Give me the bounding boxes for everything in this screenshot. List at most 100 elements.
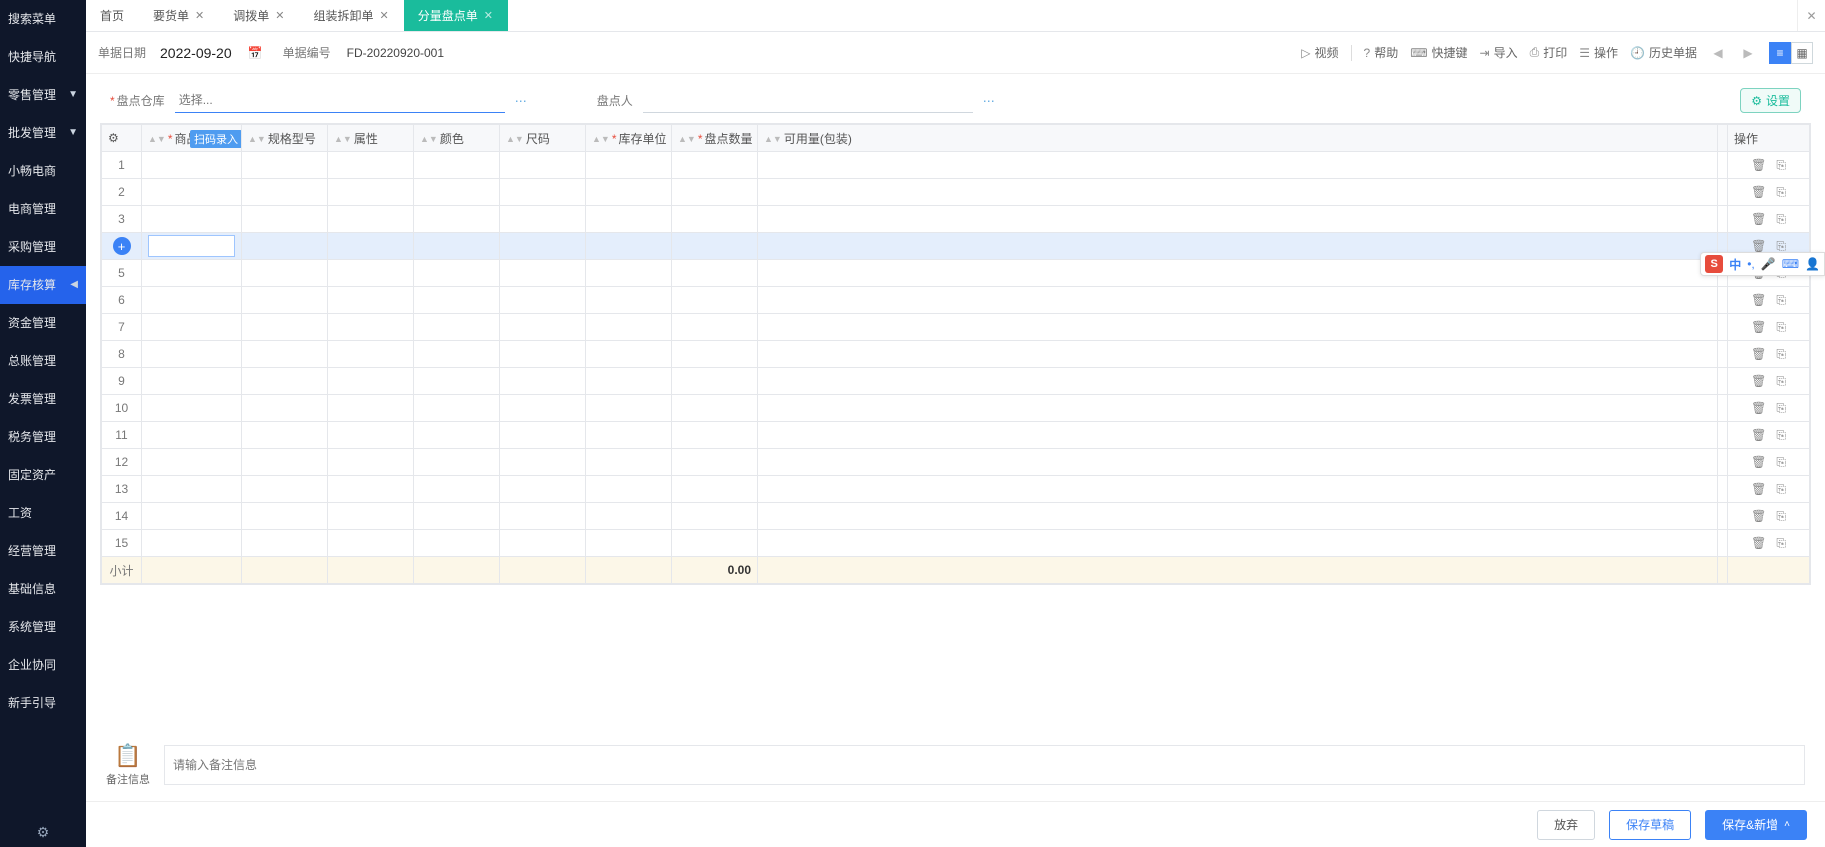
- save-new-button[interactable]: 保存&新增˄: [1705, 810, 1807, 840]
- sidebar-item-9[interactable]: 总账管理: [0, 342, 86, 380]
- delete-row-icon[interactable]: 🗑: [1751, 158, 1766, 173]
- col-color[interactable]: ▲▼颜色: [414, 125, 500, 152]
- delete-row-icon[interactable]: 🗑: [1751, 428, 1766, 443]
- sidebar-item-17[interactable]: 企业协同: [0, 646, 86, 684]
- tab-3[interactable]: 组装拆卸单✕: [299, 0, 403, 31]
- col-qty[interactable]: ▲▼*盘点数量: [672, 125, 758, 152]
- date-value[interactable]: 2022-09-20: [160, 45, 232, 61]
- delete-row-icon[interactable]: 🗑: [1751, 347, 1766, 362]
- sidebar-item-0[interactable]: 搜索菜单: [0, 0, 86, 38]
- col-unit[interactable]: ▲▼*库存单位: [586, 125, 672, 152]
- warehouse-picker[interactable]: ⋯: [515, 94, 529, 108]
- delete-row-icon[interactable]: 🗑: [1751, 185, 1766, 200]
- sidebar-item-2[interactable]: 零售管理▼: [0, 76, 86, 114]
- delete-row-icon[interactable]: 🗑: [1751, 212, 1766, 227]
- sidebar-item-6[interactable]: 采购管理: [0, 228, 86, 266]
- table-row[interactable]: 12🗑⎘: [102, 449, 1810, 476]
- tab-2[interactable]: 调拨单✕: [219, 0, 299, 31]
- sidebar-item-15[interactable]: 基础信息: [0, 570, 86, 608]
- table-row[interactable]: 15🗑⎘: [102, 530, 1810, 557]
- copy-row-icon[interactable]: ⎘: [1776, 158, 1786, 173]
- col-product[interactable]: ▲▼*商品扫码录入: [142, 125, 242, 152]
- delete-row-icon[interactable]: 🗑: [1751, 374, 1766, 389]
- copy-row-icon[interactable]: ⎘: [1776, 212, 1786, 227]
- copy-row-icon[interactable]: ⎘: [1776, 374, 1786, 389]
- delete-row-icon[interactable]: 🗑: [1751, 455, 1766, 470]
- sidebar-item-13[interactable]: 工资: [0, 494, 86, 532]
- copy-row-icon[interactable]: ⎘: [1776, 482, 1786, 497]
- col-size[interactable]: ▲▼尺码: [500, 125, 586, 152]
- delete-row-icon[interactable]: 🗑: [1751, 482, 1766, 497]
- col-config[interactable]: ⚙: [102, 125, 142, 152]
- table-row[interactable]: +🗑⎘: [102, 233, 1810, 260]
- copy-row-icon[interactable]: ⎘: [1776, 293, 1786, 308]
- warehouse-input[interactable]: [175, 89, 505, 113]
- remark-input[interactable]: [164, 745, 1805, 785]
- settings-button[interactable]: ⚙设置: [1740, 88, 1801, 113]
- scan-entry-badge[interactable]: 扫码录入: [190, 130, 242, 148]
- sidebar-item-18[interactable]: 新手引导: [0, 684, 86, 722]
- help-button[interactable]: ?帮助: [1364, 44, 1399, 61]
- delete-row-icon[interactable]: 🗑: [1751, 536, 1766, 551]
- sidebar-item-10[interactable]: 发票管理: [0, 380, 86, 418]
- delete-row-icon[interactable]: 🗑: [1751, 293, 1766, 308]
- video-button[interactable]: ▷视频: [1301, 44, 1338, 61]
- calendar-icon[interactable]: 📅: [248, 46, 263, 60]
- table-row[interactable]: 1🗑⎘: [102, 152, 1810, 179]
- tab-0[interactable]: 首页: [86, 0, 139, 31]
- sidebar-item-4[interactable]: 小畅电商: [0, 152, 86, 190]
- sidebar-item-8[interactable]: 资金管理: [0, 304, 86, 342]
- view-list[interactable]: ≡: [1769, 42, 1791, 64]
- product-cell-input[interactable]: [148, 235, 235, 257]
- sidebar-settings[interactable]: [0, 817, 86, 847]
- table-row[interactable]: 13🗑⎘: [102, 476, 1810, 503]
- next-doc[interactable]: ▶: [1739, 44, 1757, 62]
- operate-button[interactable]: ☰操作: [1579, 44, 1618, 61]
- tabs-close-all[interactable]: ✕: [1797, 0, 1825, 31]
- delete-row-icon[interactable]: 🗑: [1751, 320, 1766, 335]
- col-attr[interactable]: ▲▼属性: [328, 125, 414, 152]
- view-grid[interactable]: ▦: [1791, 42, 1813, 64]
- sidebar-item-14[interactable]: 经营管理: [0, 532, 86, 570]
- col-avail[interactable]: ▲▼可用量(包装): [758, 125, 1718, 152]
- table-row[interactable]: 8🗑⎘: [102, 341, 1810, 368]
- table-row[interactable]: 14🗑⎘: [102, 503, 1810, 530]
- shortcut-button[interactable]: ⌨快捷键: [1410, 44, 1467, 61]
- sidebar-item-5[interactable]: 电商管理: [0, 190, 86, 228]
- copy-row-icon[interactable]: ⎘: [1776, 347, 1786, 362]
- save-draft-button[interactable]: 保存草稿: [1609, 810, 1691, 840]
- discard-button[interactable]: 放弃: [1537, 810, 1595, 840]
- sidebar-item-16[interactable]: 系统管理: [0, 608, 86, 646]
- copy-row-icon[interactable]: ⎘: [1776, 185, 1786, 200]
- sidebar-item-3[interactable]: 批发管理▼: [0, 114, 86, 152]
- close-icon[interactable]: ✕: [195, 9, 204, 22]
- table-row[interactable]: 6🗑⎘: [102, 287, 1810, 314]
- close-icon[interactable]: ✕: [380, 9, 389, 22]
- sidebar-item-1[interactable]: 快捷导航: [0, 38, 86, 76]
- person-input[interactable]: [643, 89, 973, 113]
- history-button[interactable]: 🕘历史单据: [1630, 44, 1697, 61]
- copy-row-icon[interactable]: ⎘: [1776, 455, 1786, 470]
- close-icon[interactable]: ✕: [275, 9, 284, 22]
- table-row[interactable]: 2🗑⎘: [102, 179, 1810, 206]
- close-icon[interactable]: ✕: [484, 9, 493, 22]
- table-row[interactable]: 3🗑⎘: [102, 206, 1810, 233]
- sidebar-item-7[interactable]: 库存核算◀: [0, 266, 86, 304]
- copy-row-icon[interactable]: ⎘: [1776, 401, 1786, 416]
- table-row[interactable]: 5🗑⎘: [102, 260, 1810, 287]
- copy-row-icon[interactable]: ⎘: [1776, 320, 1786, 335]
- table-row[interactable]: 11🗑⎘: [102, 422, 1810, 449]
- ime-widget[interactable]: S 中 •, 🎤 ⌨ 👤: [1700, 252, 1825, 276]
- table-row[interactable]: 9🗑⎘: [102, 368, 1810, 395]
- add-row-icon[interactable]: +: [113, 237, 131, 255]
- table-row[interactable]: 10🗑⎘: [102, 395, 1810, 422]
- copy-row-icon[interactable]: ⎘: [1776, 536, 1786, 551]
- delete-row-icon[interactable]: 🗑: [1751, 401, 1766, 416]
- person-picker[interactable]: ⋯: [983, 94, 997, 108]
- delete-row-icon[interactable]: 🗑: [1751, 509, 1766, 524]
- col-spec[interactable]: ▲▼规格型号: [242, 125, 328, 152]
- table-row[interactable]: 7🗑⎘: [102, 314, 1810, 341]
- sidebar-item-11[interactable]: 税务管理: [0, 418, 86, 456]
- import-button[interactable]: ⇥导入: [1480, 44, 1518, 61]
- tab-1[interactable]: 要货单✕: [139, 0, 219, 31]
